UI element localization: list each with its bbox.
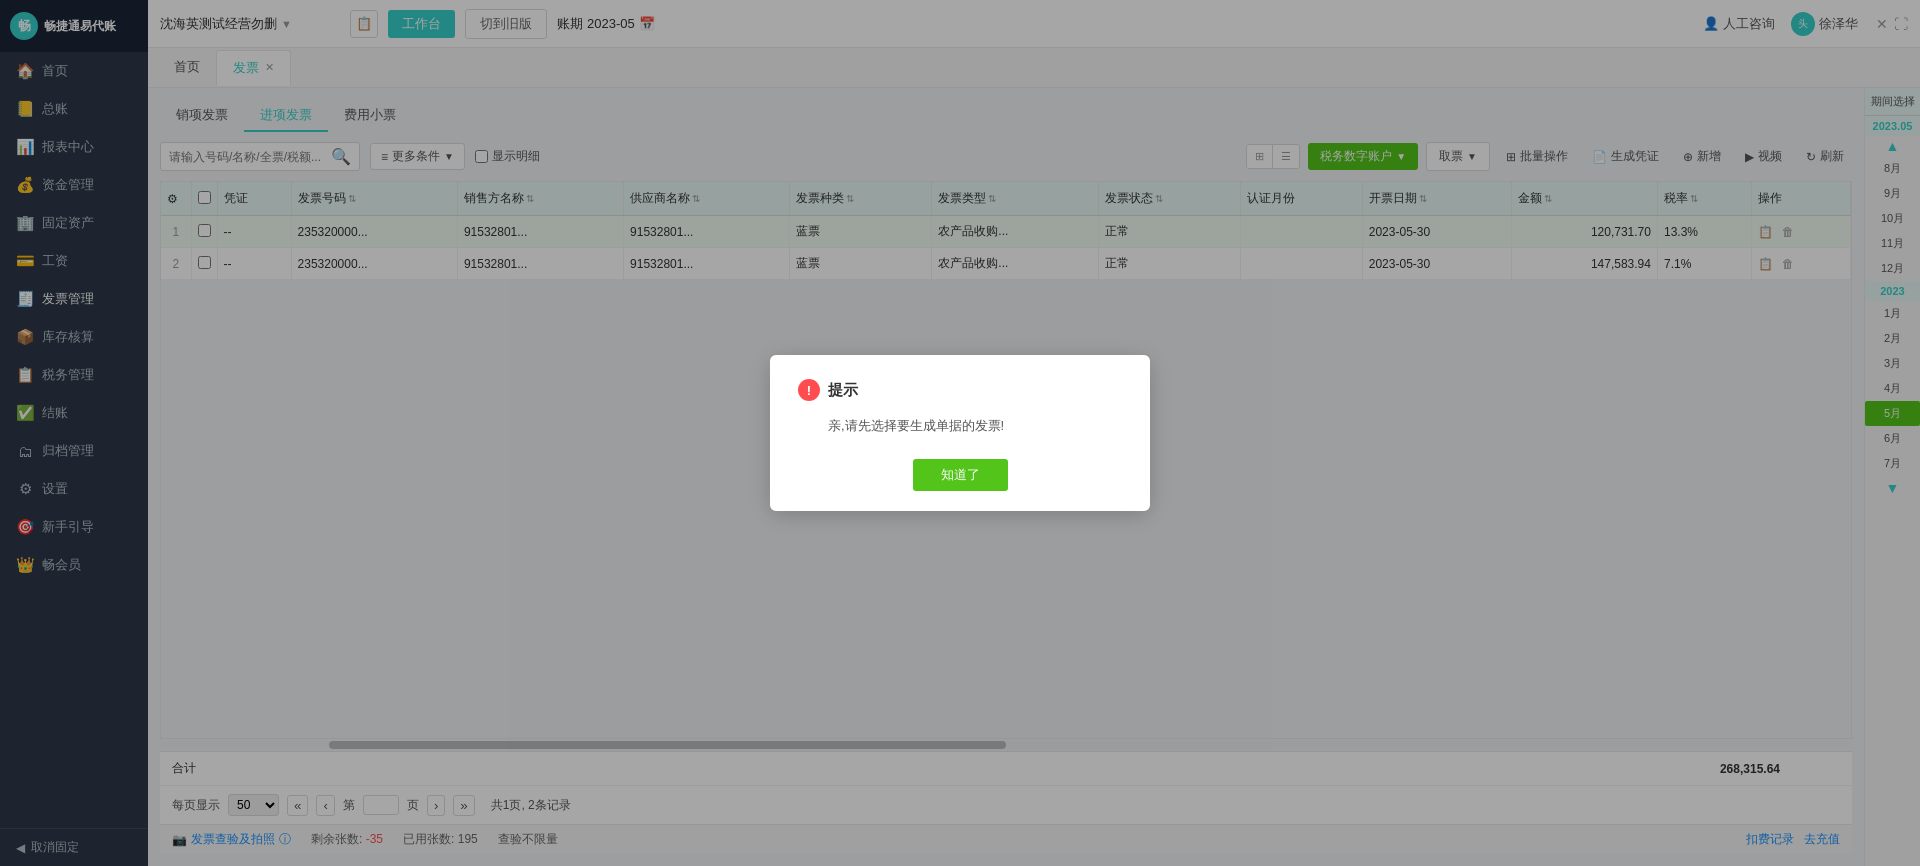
modal-overlay[interactable]: ! 提示 亲,请先选择要生成单据的发票! 知道了 — [0, 0, 1920, 866]
modal-message: 亲,请先选择要生成单据的发票! — [828, 417, 1122, 435]
modal-title-row: ! 提示 — [798, 379, 1122, 401]
modal-warn-icon: ! — [798, 379, 820, 401]
alert-modal: ! 提示 亲,请先选择要生成单据的发票! 知道了 — [770, 355, 1150, 511]
modal-title: 提示 — [828, 381, 858, 400]
modal-footer: 知道了 — [798, 459, 1122, 491]
modal-ok-button[interactable]: 知道了 — [913, 459, 1008, 491]
